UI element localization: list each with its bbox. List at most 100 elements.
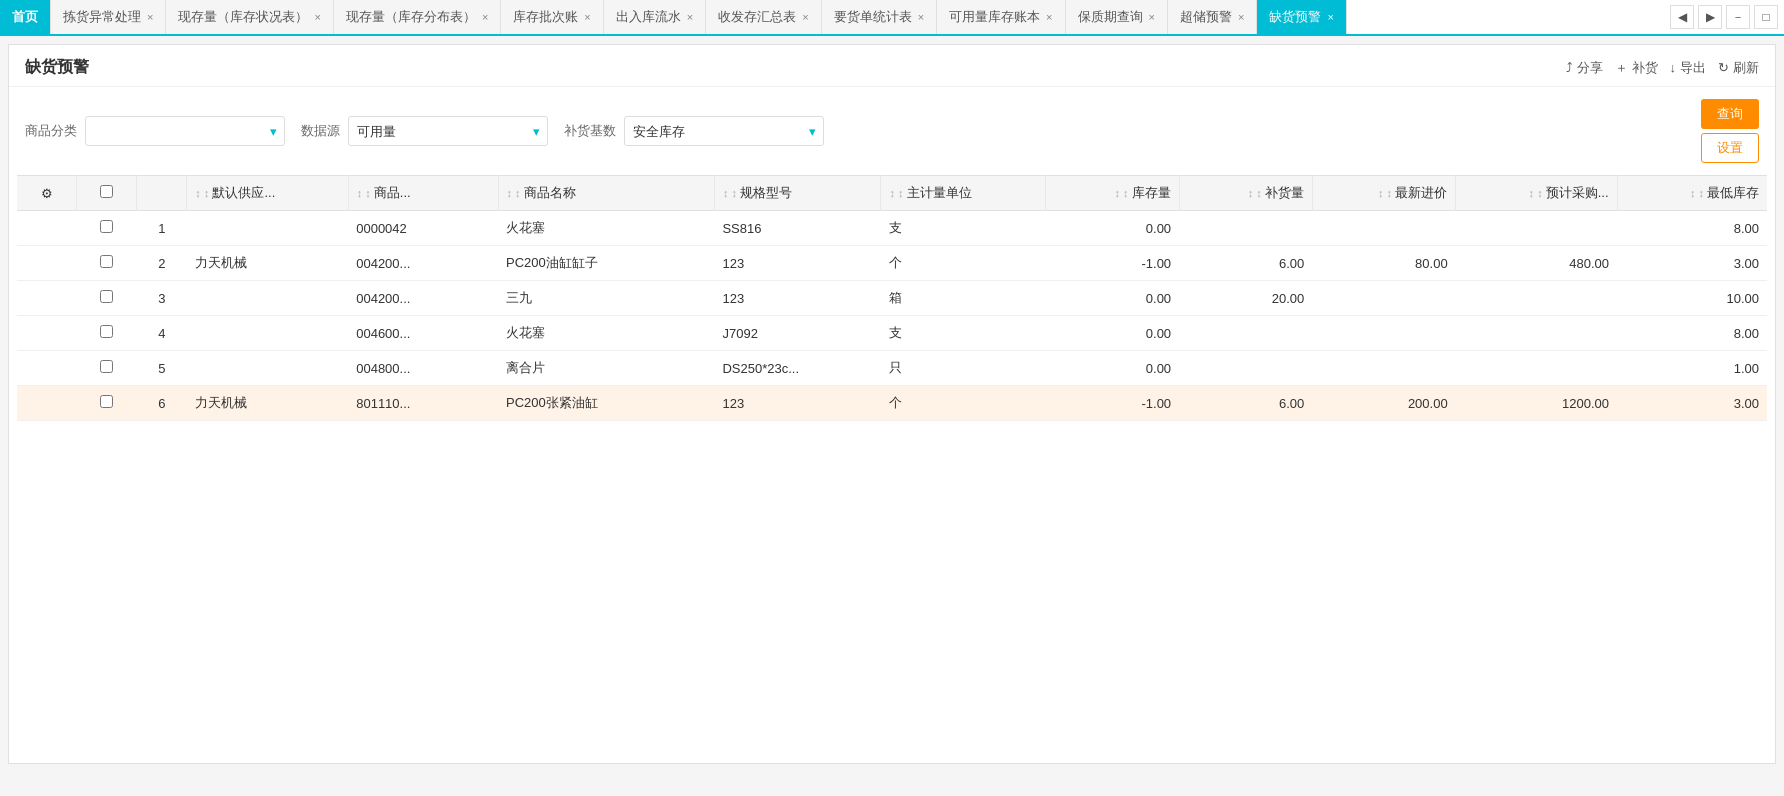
row-minstock: 1.00 [1617, 351, 1767, 386]
row-supplier [187, 281, 348, 316]
row-index: 1 [137, 211, 187, 246]
tab-home[interactable]: 首页 [0, 0, 51, 35]
row-stock: 0.00 [1046, 316, 1179, 351]
row-supplier [187, 211, 348, 246]
row-code: 004800... [348, 351, 498, 386]
row-price [1312, 281, 1455, 316]
row-settings[interactable] [17, 211, 77, 246]
row-stock: -1.00 [1046, 246, 1179, 281]
refresh-button[interactable]: ↻ 刷新 [1718, 59, 1759, 77]
datasource-filter-group: 数据源 可用量 库存量 ▾ [301, 116, 548, 146]
row-code: 801110... [348, 386, 498, 421]
row-unit: 支 [881, 316, 1046, 351]
sort-spec-icon: ↕ [732, 187, 741, 199]
tab-close-t10[interactable]: × [1238, 11, 1244, 23]
col-header-index [137, 176, 187, 211]
row-checkbox[interactable] [100, 360, 113, 373]
category-filter-group: 商品分类 ▾ [25, 116, 285, 146]
col-header-spec[interactable]: ↕ 规格型号 [714, 176, 880, 211]
tab-t7[interactable]: 要货单统计表 × [822, 0, 937, 35]
query-button[interactable]: 查询 [1701, 99, 1759, 129]
row-checkbox[interactable] [100, 290, 113, 303]
tab-close-t2[interactable]: × [314, 11, 320, 23]
data-table: ⚙ ↕ 默认供应... ↕ 商品... ↕ 商品名称 [17, 175, 1767, 421]
col-header-name[interactable]: ↕ 商品名称 [498, 176, 714, 211]
sort-code-icon: ↕ [365, 187, 374, 199]
col-header-code[interactable]: ↕ 商品... [348, 176, 498, 211]
row-checkbox-cell[interactable] [77, 316, 137, 351]
row-checkbox-cell[interactable] [77, 386, 137, 421]
col-header-estimate[interactable]: ↕ 预计采购... [1456, 176, 1617, 211]
tab-close-t11[interactable]: × [1327, 11, 1333, 23]
row-minstock: 3.00 [1617, 386, 1767, 421]
tab-close-t6[interactable]: × [802, 11, 808, 23]
row-name: PC200张紧油缸 [498, 386, 714, 421]
col-header-stock[interactable]: ↕ 库存量 [1046, 176, 1179, 211]
row-checkbox[interactable] [100, 395, 113, 408]
supply-button[interactable]: ＋ 补货 [1615, 59, 1658, 77]
tab-maximize-button[interactable]: □ [1754, 5, 1778, 29]
tab-t4[interactable]: 库存批次账 × [501, 0, 603, 35]
supply-icon: ＋ [1615, 59, 1628, 77]
row-price [1312, 351, 1455, 386]
share-button[interactable]: ⤴ 分享 [1566, 59, 1603, 77]
datasource-select[interactable]: 可用量 库存量 [348, 116, 548, 146]
tab-next-button[interactable]: ▶ [1698, 5, 1722, 29]
tab-close-t8[interactable]: × [1046, 11, 1052, 23]
row-index: 5 [137, 351, 187, 386]
row-index: 6 [137, 386, 187, 421]
tab-close-t5[interactable]: × [687, 11, 693, 23]
row-code: 004200... [348, 281, 498, 316]
row-code: 004200... [348, 246, 498, 281]
row-settings[interactable] [17, 386, 77, 421]
select-all-checkbox[interactable] [100, 185, 113, 198]
row-estimate [1456, 351, 1617, 386]
col-header-settings[interactable]: ⚙ [17, 176, 77, 211]
row-checkbox[interactable] [100, 325, 113, 338]
col-header-checkbox[interactable] [77, 176, 137, 211]
export-button[interactable]: ↓ 导出 [1670, 59, 1707, 77]
tab-t8[interactable]: 可用量库存账本 × [937, 0, 1065, 35]
datasource-select-wrapper: 可用量 库存量 ▾ [348, 116, 548, 146]
tab-close-t9[interactable]: × [1149, 11, 1155, 23]
tab-close-t4[interactable]: × [584, 11, 590, 23]
col-header-supplier[interactable]: ↕ 默认供应... [187, 176, 348, 211]
tab-t1[interactable]: 拣货异常处理 × [51, 0, 166, 35]
col-header-unit[interactable]: ↕ 主计量单位 [881, 176, 1046, 211]
settings-gear-icon[interactable]: ⚙ [25, 186, 68, 201]
row-settings[interactable] [17, 281, 77, 316]
row-checkbox-cell[interactable] [77, 211, 137, 246]
row-checkbox[interactable] [100, 255, 113, 268]
tab-minimize-button[interactable]: － [1726, 5, 1750, 29]
tab-t10[interactable]: 超储预警 × [1168, 0, 1257, 35]
row-checkbox-cell[interactable] [77, 246, 137, 281]
row-checkbox[interactable] [100, 220, 113, 233]
tab-close-t3[interactable]: × [482, 11, 488, 23]
sort-name-icon: ↕ [515, 187, 524, 199]
tab-t3[interactable]: 现存量（库存分布表） × [334, 0, 501, 35]
col-header-supply[interactable]: ↕ 补货量 [1179, 176, 1312, 211]
supply-base-select[interactable]: 安全库存 最低库存 [624, 116, 824, 146]
row-minstock: 3.00 [1617, 246, 1767, 281]
col-header-minstock[interactable]: ↕ 最低库存 [1617, 176, 1767, 211]
row-stock: 0.00 [1046, 281, 1179, 316]
tab-close-t1[interactable]: × [147, 11, 153, 23]
tab-t9[interactable]: 保质期查询 × [1066, 0, 1168, 35]
row-settings[interactable] [17, 351, 77, 386]
tab-close-t7[interactable]: × [918, 11, 924, 23]
row-checkbox-cell[interactable] [77, 281, 137, 316]
table-wrapper: ⚙ ↕ 默认供应... ↕ 商品... ↕ 商品名称 [9, 175, 1775, 429]
category-select[interactable] [85, 116, 285, 146]
row-supplier: 力天机械 [187, 246, 348, 281]
tab-t2[interactable]: 现存量（库存状况表） × [166, 0, 333, 35]
tab-t6[interactable]: 收发存汇总表 × [706, 0, 821, 35]
tab-t5[interactable]: 出入库流水 × [604, 0, 706, 35]
col-header-price[interactable]: ↕ 最新进价 [1312, 176, 1455, 211]
row-settings[interactable] [17, 316, 77, 351]
row-settings[interactable] [17, 246, 77, 281]
row-checkbox-cell[interactable] [77, 351, 137, 386]
tab-t11[interactable]: 缺货预警 × [1257, 0, 1346, 35]
tab-prev-button[interactable]: ◀ [1670, 5, 1694, 29]
setting-button[interactable]: 设置 [1701, 133, 1759, 163]
row-spec: J7092 [714, 316, 880, 351]
